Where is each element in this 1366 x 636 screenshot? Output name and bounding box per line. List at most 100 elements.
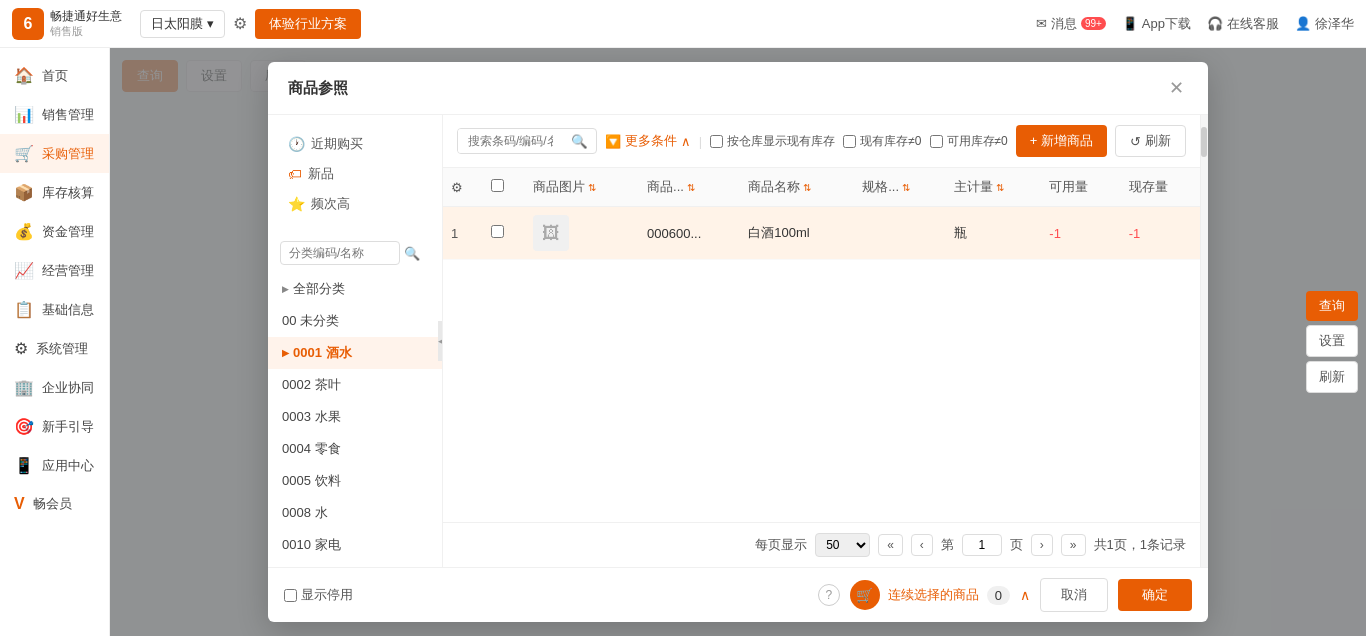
next-page-button[interactable]: › — [1031, 534, 1053, 556]
row-number: 1 — [451, 226, 458, 241]
row-checkbox[interactable] — [491, 225, 504, 238]
sidebar-label-purchase: 采购管理 — [42, 145, 94, 163]
main-layout: 🏠 首页 📊 销售管理 🛒 采购管理 📦 库存核算 💰 资金管理 📈 经营管理 … — [0, 48, 1366, 636]
confirm-button[interactable]: 确定 — [1118, 579, 1192, 611]
cat-item-0008[interactable]: 0008 水 — [268, 497, 442, 529]
row-stock-cell: -1 — [1121, 207, 1200, 260]
sidebar-label-enterprise: 企业协同 — [42, 379, 94, 397]
last-page-button[interactable]: » — [1061, 534, 1086, 556]
th-unit: 主计量 ⇅ — [946, 168, 1041, 207]
current-page-input[interactable] — [962, 534, 1002, 556]
finance-icon: 💰 — [14, 222, 34, 241]
messages-nav-item[interactable]: ✉ 消息 99 — [1036, 15, 1106, 33]
sidebar-label-home: 首页 — [42, 67, 68, 85]
cat-item-0004[interactable]: 0004 零食 — [268, 433, 442, 465]
sidebar-item-member[interactable]: V 畅会员 — [0, 485, 109, 523]
filter-icon: 🔽 — [605, 134, 621, 149]
product-unit: 瓶 — [954, 225, 967, 240]
first-page-button[interactable]: « — [878, 534, 903, 556]
quick-item-frequent[interactable]: ⭐ 频次高 — [280, 189, 430, 219]
cat-item-0001[interactable]: ▶ 0001 酒水 — [268, 337, 442, 369]
right-settings-button[interactable]: 设置 — [1306, 325, 1358, 357]
th-checkbox — [483, 168, 525, 207]
table-row[interactable]: 1 🖼 — [443, 207, 1200, 260]
sidebar-item-purchase[interactable]: 🛒 采购管理 — [0, 134, 109, 173]
quick-item-recent[interactable]: 🕐 近期购买 — [280, 129, 430, 159]
modal-scrollbar[interactable] — [1200, 115, 1208, 567]
product-search-input[interactable] — [458, 129, 563, 153]
cat-item-0002[interactable]: 0002 茶叶 — [268, 369, 442, 401]
current-stock-checkbox-label[interactable]: 现有库存≠0 — [843, 133, 921, 150]
help-button[interactable]: ? — [818, 584, 840, 606]
current-stock-checkbox[interactable] — [843, 135, 856, 148]
select-all-checkbox[interactable] — [491, 179, 504, 192]
category-search-icon[interactable]: 🔍 — [404, 246, 420, 261]
modal-close-button[interactable]: ✕ — [1164, 76, 1188, 100]
product-search-button[interactable]: 🔍 — [563, 130, 596, 153]
sidebar: 🏠 首页 📊 销售管理 🛒 采购管理 📦 库存核算 💰 资金管理 📈 经营管理 … — [0, 48, 110, 636]
guide-icon: 🎯 — [14, 417, 34, 436]
cancel-button[interactable]: 取消 — [1040, 578, 1108, 612]
prev-page-button[interactable]: ‹ — [911, 534, 933, 556]
category-search-area: 🔍 — [268, 237, 442, 269]
member-icon: V — [14, 495, 25, 513]
dropdown-icon: ▾ — [207, 16, 214, 31]
th-available-label: 可用量 — [1049, 179, 1088, 194]
cart-count: 0 — [987, 586, 1010, 605]
page-size-selector[interactable]: 50 100 200 — [815, 533, 870, 557]
sidebar-item-system[interactable]: ⚙ 系统管理 — [0, 329, 109, 368]
category-search-input[interactable] — [280, 241, 400, 265]
refresh-label: 刷新 — [1145, 132, 1171, 150]
cart-label: 连续选择的商品 — [888, 586, 979, 604]
cat-arrow-all: ▶ — [282, 284, 289, 294]
app-download-nav-item[interactable]: 📱 App下载 — [1122, 15, 1191, 33]
refresh-button[interactable]: ↺ 刷新 — [1115, 125, 1186, 157]
sidebar-item-guide[interactable]: 🎯 新手引导 — [0, 407, 109, 446]
cat-label-0010: 0010 家电 — [282, 536, 341, 554]
cat-item-all[interactable]: ▶ 全部分类 — [268, 273, 442, 305]
more-filter-button[interactable]: 🔽 更多条件 ∧ — [605, 132, 691, 150]
right-query-button[interactable]: 查询 — [1306, 291, 1358, 321]
warehouse-stock-checkbox-label[interactable]: 按仓库显示现有库存 — [710, 133, 835, 150]
sidebar-item-enterprise[interactable]: 🏢 企业协同 — [0, 368, 109, 407]
cart-info-section: 🛒 连续选择的商品 0 — [850, 580, 1010, 610]
available-stock-checkbox-label[interactable]: 可用库存≠0 — [930, 133, 1008, 150]
system-icon: ⚙ — [14, 339, 28, 358]
available-stock-checkbox[interactable] — [930, 135, 943, 148]
sidebar-item-home[interactable]: 🏠 首页 — [0, 56, 109, 95]
cat-item-00[interactable]: 00 未分类 — [268, 305, 442, 337]
sidebar-item-operations[interactable]: 📈 经营管理 — [0, 251, 109, 290]
warehouse-stock-checkbox[interactable] — [710, 135, 723, 148]
show-disabled-label[interactable]: 显示停用 — [284, 586, 353, 604]
sidebar-item-finance[interactable]: 💰 资金管理 — [0, 212, 109, 251]
apps-icon: 📱 — [14, 456, 34, 475]
page-size-label: 每页显示 — [755, 536, 807, 554]
store-selector[interactable]: 日太阳膜 ▾ — [140, 10, 225, 38]
cat-item-0005[interactable]: 0005 饮料 — [268, 465, 442, 497]
settings-icon[interactable]: ⚙ — [451, 180, 463, 195]
quick-item-new[interactable]: 🏷 新品 — [280, 159, 430, 189]
sidebar-item-apps[interactable]: 📱 应用中心 — [0, 446, 109, 485]
sidebar-item-inventory[interactable]: 📦 库存核算 — [0, 173, 109, 212]
row-available-cell: -1 — [1041, 207, 1120, 260]
cart-icon[interactable]: 🛒 — [850, 580, 880, 610]
cat-item-0010[interactable]: 0010 家电 — [268, 529, 442, 561]
panel-collapse-button[interactable]: ◀◀ — [438, 321, 443, 361]
collapse-footer-button[interactable]: ∧ — [1020, 587, 1030, 603]
quick-label-recent: 近期购买 — [311, 135, 363, 153]
row-spec-cell — [854, 207, 946, 260]
add-product-button[interactable]: + 新增商品 — [1016, 125, 1107, 157]
sidebar-label-apps: 应用中心 — [42, 457, 94, 475]
basic-icon: 📋 — [14, 300, 34, 319]
cat-item-0003[interactable]: 0003 水果 — [268, 401, 442, 433]
user-avatar[interactable]: 👤 徐泽华 — [1295, 15, 1354, 33]
right-refresh-button[interactable]: 刷新 — [1306, 361, 1358, 393]
sidebar-item-sales[interactable]: 📊 销售管理 — [0, 95, 109, 134]
experience-button[interactable]: 体验行业方案 — [255, 9, 361, 39]
gear-icon[interactable]: ⚙ — [233, 14, 247, 33]
product-code: 000600... — [647, 226, 701, 241]
sidebar-label-finance: 资金管理 — [42, 223, 94, 241]
show-disabled-checkbox[interactable] — [284, 589, 297, 602]
sidebar-item-basic[interactable]: 📋 基础信息 — [0, 290, 109, 329]
customer-service-nav-item[interactable]: 🎧 在线客服 — [1207, 15, 1279, 33]
